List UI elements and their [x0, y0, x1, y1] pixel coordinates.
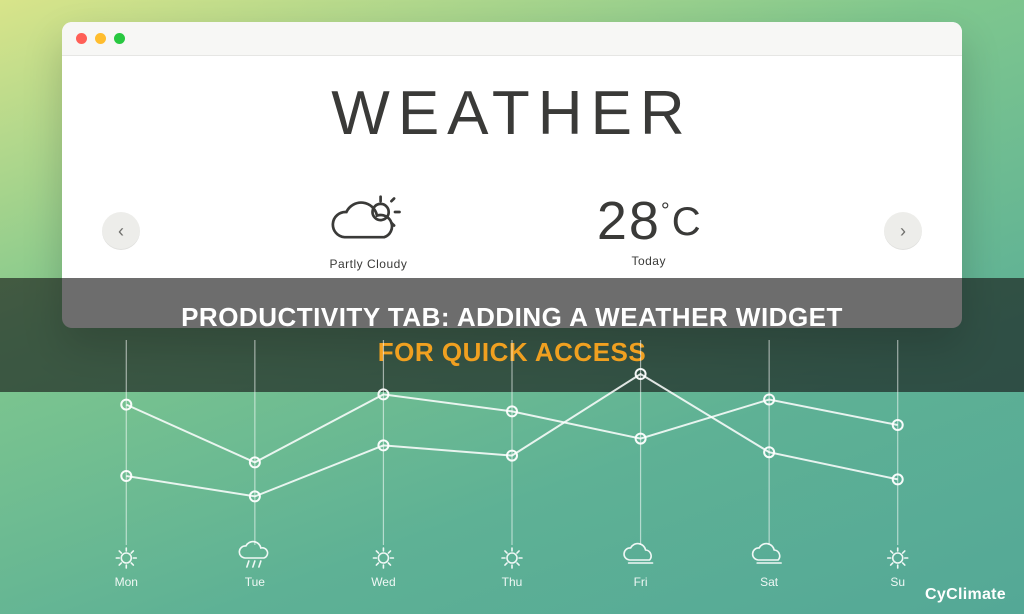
brand-label: CyClimate — [925, 586, 1006, 604]
forecast-day-icon — [888, 548, 908, 568]
forecast-day-icon — [373, 548, 393, 568]
next-button[interactable]: › — [884, 212, 922, 250]
condition-block: Partly Cloudy — [323, 191, 413, 271]
minimize-icon[interactable] — [95, 33, 106, 44]
temperature-degree: ° — [661, 198, 670, 224]
forecast-day-label: Wed — [371, 575, 395, 589]
forecast-day-label: Fri — [634, 575, 648, 589]
forecast-day-icon — [753, 544, 782, 563]
temperature-unit: C — [672, 200, 701, 245]
prev-button[interactable]: ‹ — [102, 212, 140, 250]
forecast-day-label: Mon — [115, 575, 138, 589]
chevron-right-icon: › — [900, 221, 906, 242]
temperature-reading: 28 ° C — [597, 194, 701, 248]
app-title: WEATHER — [96, 78, 928, 149]
current-weather-row: ‹ Partly Cloudy — [96, 191, 928, 271]
forecast-day-icon — [502, 548, 522, 568]
condition-label: Partly Cloudy — [329, 257, 407, 271]
forecast-day-label: Su — [890, 575, 905, 589]
forecast-day-icon — [624, 544, 653, 563]
chevron-left-icon: ‹ — [118, 221, 124, 242]
window-titlebar — [62, 22, 962, 56]
forecast-day-icon — [239, 542, 267, 567]
forecast-chart-svg: Mon Tue Wed Thu Fri Sat Su — [62, 340, 962, 594]
caption-line-1: PRODUCTIVITY TAB: ADDING A WEATHER WIDGE… — [181, 300, 843, 335]
temperature-block: 28 ° C Today — [597, 194, 701, 268]
temperature-value: 28 — [597, 194, 661, 248]
forecast-day-icon — [116, 548, 136, 568]
forecast-chart: Mon Tue Wed Thu Fri Sat Su — [62, 340, 962, 594]
partly-cloudy-icon — [323, 191, 413, 251]
forecast-day-label: Tue — [245, 575, 266, 589]
zoom-icon[interactable] — [114, 33, 125, 44]
close-icon[interactable] — [76, 33, 87, 44]
forecast-day-label: Sat — [760, 575, 779, 589]
temperature-label: Today — [631, 254, 666, 268]
forecast-day-label: Thu — [502, 575, 523, 589]
